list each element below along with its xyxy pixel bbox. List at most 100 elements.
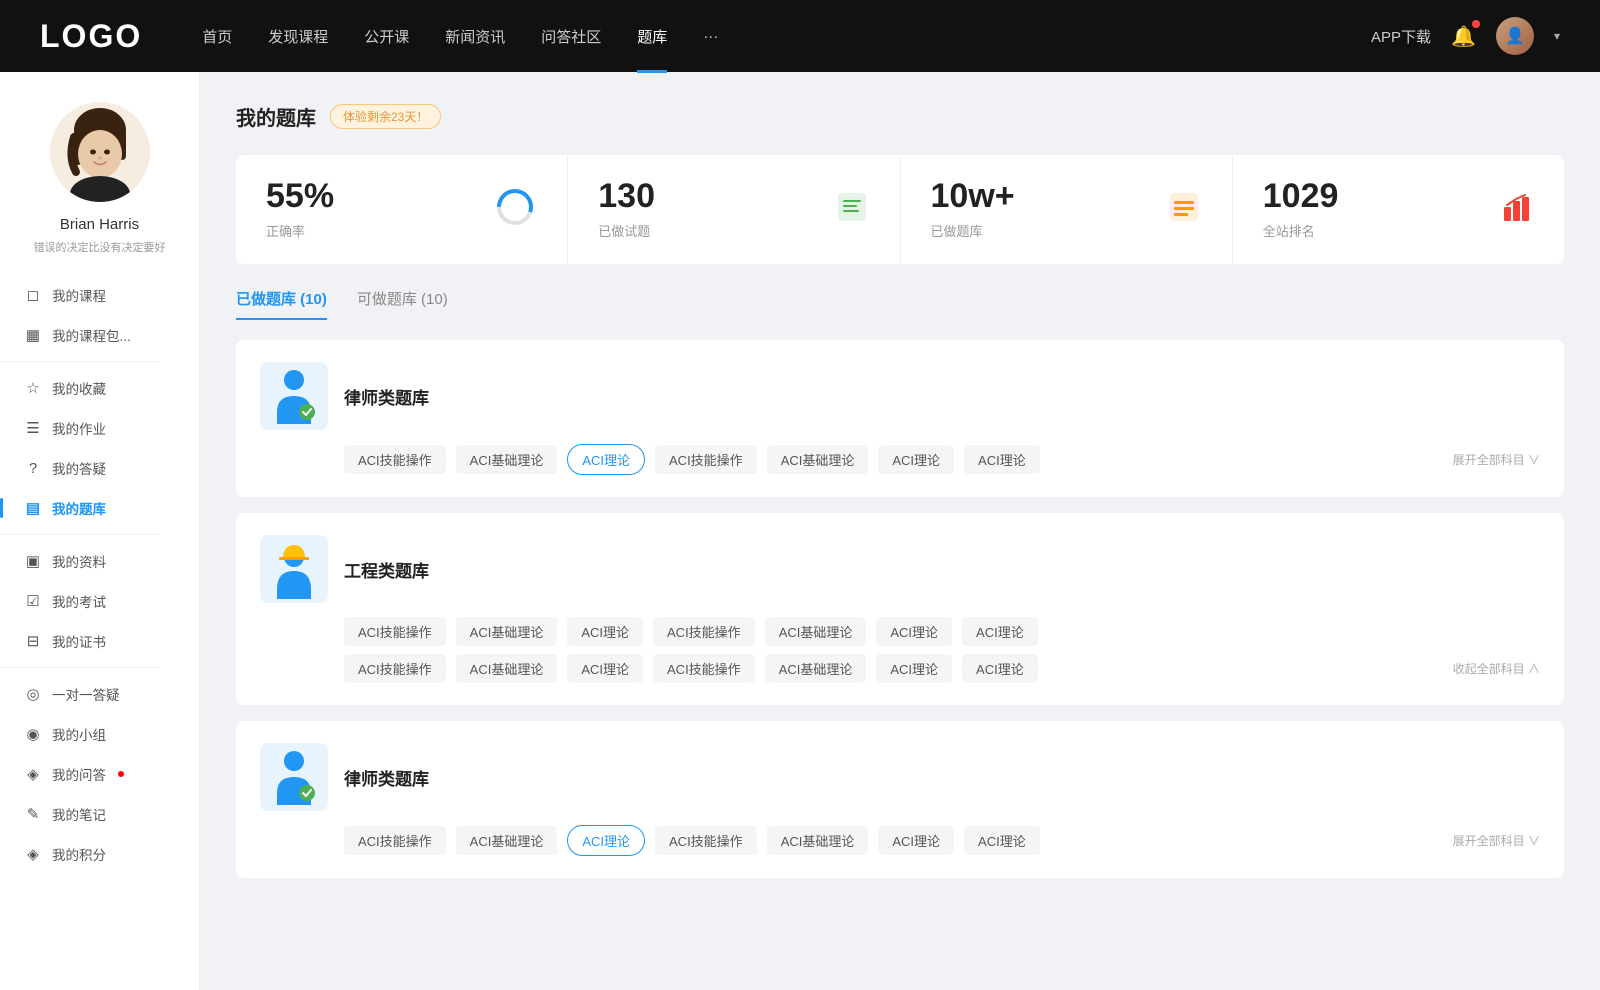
done-banks-value: 10w+ bbox=[931, 179, 1015, 213]
expand-btn-3[interactable]: 展开全部科目 ∨ bbox=[1453, 832, 1540, 849]
tag-3-6[interactable]: ACI理论 bbox=[878, 826, 954, 855]
tag-2-10[interactable]: ACI理论 bbox=[567, 654, 643, 683]
tag-2-5[interactable]: ACI基础理论 bbox=[765, 617, 867, 646]
trial-badge: 体验剩余23天！ bbox=[330, 104, 441, 129]
divider3 bbox=[0, 667, 159, 668]
user-motto: 错误的决定比没有决定要好 bbox=[34, 239, 166, 255]
sidebar-item-myqa[interactable]: ◈ 我的问答 bbox=[0, 754, 199, 794]
tag-3-4[interactable]: ACI技能操作 bbox=[655, 826, 757, 855]
sidebar-item-favorites[interactable]: ☆ 我的收藏 bbox=[0, 368, 199, 408]
nav-item-discover[interactable]: 发现课程 bbox=[268, 26, 328, 47]
tag-2-11[interactable]: ACI技能操作 bbox=[653, 654, 755, 683]
cert-icon: ⊟ bbox=[24, 632, 42, 650]
tag-1-3[interactable]: ACI理论 bbox=[567, 444, 645, 475]
tag-2-9[interactable]: ACI基础理论 bbox=[456, 654, 558, 683]
avatar-dropdown-arrow[interactable]: ▾ bbox=[1554, 29, 1560, 43]
tag-2-13[interactable]: ACI理论 bbox=[876, 654, 952, 683]
group-icon: ◉ bbox=[24, 725, 42, 743]
avatar[interactable]: 👤 bbox=[1496, 17, 1534, 55]
accuracy-chart bbox=[493, 185, 537, 234]
tag-1-4[interactable]: ACI技能操作 bbox=[655, 445, 757, 474]
sidebar-item-1on1[interactable]: ◎ 一对一答疑 bbox=[0, 674, 199, 714]
main-content: 我的题库 体验剩余23天！ 55% 正确率 bbox=[200, 72, 1600, 990]
qbank-title-2: 工程类题库 bbox=[344, 557, 429, 582]
tag-3-7[interactable]: ACI理论 bbox=[964, 826, 1040, 855]
qbank-icon: ▤ bbox=[24, 499, 42, 517]
sidebar-item-cert[interactable]: ⊟ 我的证书 bbox=[0, 621, 199, 661]
nav-item-home[interactable]: 首页 bbox=[202, 26, 232, 47]
tag-1-5[interactable]: ACI基础理论 bbox=[767, 445, 869, 474]
stat-done-banks: 10w+ 已做题库 bbox=[901, 155, 1233, 264]
qbank-tags-2-row2: ACI技能操作 ACI基础理论 ACI理论 ACI技能操作 ACI基础理论 AC… bbox=[260, 654, 1540, 683]
tag-2-3[interactable]: ACI理论 bbox=[567, 617, 643, 646]
lawyer-icon-3 bbox=[267, 747, 321, 807]
stat-accuracy: 55% 正确率 bbox=[236, 155, 568, 264]
tag-2-6[interactable]: ACI理论 bbox=[876, 617, 952, 646]
data-icon: ▣ bbox=[24, 552, 42, 570]
accuracy-label: 正确率 bbox=[266, 221, 334, 240]
expand-btn-1[interactable]: 展开全部科目 ∨ bbox=[1453, 451, 1540, 468]
sidebar-item-questions[interactable]: ? 我的答疑 bbox=[0, 448, 199, 488]
tag-2-14[interactable]: ACI理论 bbox=[962, 654, 1038, 683]
sidebar-item-data[interactable]: ▣ 我的资料 bbox=[0, 541, 199, 581]
nav-item-more[interactable]: ··· bbox=[703, 28, 718, 45]
ranking-label: 全站排名 bbox=[1263, 221, 1339, 240]
tag-1-2[interactable]: ACI基础理论 bbox=[456, 445, 558, 474]
tab-available[interactable]: 可做题库 (10) bbox=[357, 288, 448, 319]
layout: Brian Harris 错误的决定比没有决定要好 ◻ 我的课程 ▦ 我的课程包… bbox=[0, 72, 1600, 990]
tag-1-6[interactable]: ACI理论 bbox=[878, 445, 954, 474]
tag-2-2[interactable]: ACI基础理论 bbox=[456, 617, 558, 646]
engineer-avatar-2[interactable] bbox=[260, 535, 328, 603]
tag-1-1[interactable]: ACI技能操作 bbox=[344, 445, 446, 474]
tag-3-5[interactable]: ACI基础理论 bbox=[767, 826, 869, 855]
sidebar-item-qbank[interactable]: ▤ 我的题库 bbox=[0, 488, 199, 528]
avatar-image: 👤 bbox=[1496, 17, 1534, 55]
bell-icon: 🔔 bbox=[1451, 26, 1476, 48]
sidebar-item-exam[interactable]: ☑ 我的考试 bbox=[0, 581, 199, 621]
qbank-title-1: 律师类题库 bbox=[344, 384, 429, 409]
app-download-button[interactable]: APP下载 bbox=[1371, 26, 1431, 47]
divider2 bbox=[0, 534, 159, 535]
divider bbox=[0, 361, 159, 362]
ranking-value: 1029 bbox=[1263, 179, 1339, 213]
done-questions-label: 已做试题 bbox=[598, 221, 655, 240]
done-banks-label: 已做题库 bbox=[931, 221, 1015, 240]
tag-2-1[interactable]: ACI技能操作 bbox=[344, 617, 446, 646]
nav-item-openclass[interactable]: 公开课 bbox=[364, 26, 409, 47]
tag-2-4[interactable]: ACI技能操作 bbox=[653, 617, 755, 646]
sidebar-item-coursepack[interactable]: ▦ 我的课程包... bbox=[0, 315, 199, 355]
tag-3-1[interactable]: ACI技能操作 bbox=[344, 826, 446, 855]
nav-item-qa[interactable]: 问答社区 bbox=[541, 26, 601, 47]
qbank-header-2: 工程类题库 bbox=[260, 535, 1540, 603]
tag-2-7[interactable]: ACI理论 bbox=[962, 617, 1038, 646]
sidebar-item-points[interactable]: ◈ 我的积分 bbox=[0, 834, 199, 874]
avatar-illustration bbox=[50, 102, 150, 202]
sidebar-item-group[interactable]: ◉ 我的小组 bbox=[0, 714, 199, 754]
nav-menu: 首页 发现课程 公开课 新闻资讯 问答社区 题库 ··· bbox=[202, 26, 718, 47]
logo[interactable]: LOGO bbox=[40, 18, 142, 55]
tabs: 已做题库 (10) 可做题库 (10) bbox=[236, 288, 1564, 320]
tag-2-8[interactable]: ACI技能操作 bbox=[344, 654, 446, 683]
sidebar-item-notes[interactable]: ✎ 我的笔记 bbox=[0, 794, 199, 834]
qbank-title-3: 律师类题库 bbox=[344, 765, 429, 790]
lawyer-avatar-1[interactable] bbox=[260, 362, 328, 430]
exam-icon: ☑ bbox=[24, 592, 42, 610]
page-header: 我的题库 体验剩余23天！ bbox=[236, 102, 1564, 131]
sidebar-item-homework[interactable]: ☰ 我的作业 bbox=[0, 408, 199, 448]
qa-icon: ◈ bbox=[24, 765, 42, 783]
qa-notification-dot bbox=[118, 771, 124, 777]
tag-3-3[interactable]: ACI理论 bbox=[567, 825, 645, 856]
tab-done[interactable]: 已做题库 (10) bbox=[236, 288, 327, 319]
sidebar-item-mycourse[interactable]: ◻ 我的课程 bbox=[0, 275, 199, 315]
tag-3-2[interactable]: ACI基础理论 bbox=[456, 826, 558, 855]
nav-item-qbank[interactable]: 题库 bbox=[637, 26, 667, 47]
stat-ranking: 1029 全站排名 bbox=[1233, 155, 1564, 264]
notification-bell[interactable]: 🔔 bbox=[1451, 24, 1476, 49]
qbank-tags-2-row1: ACI技能操作 ACI基础理论 ACI理论 ACI技能操作 ACI基础理论 AC… bbox=[260, 617, 1540, 646]
tag-1-7[interactable]: ACI理论 bbox=[964, 445, 1040, 474]
nav-item-news[interactable]: 新闻资讯 bbox=[445, 26, 505, 47]
tag-2-12[interactable]: ACI基础理论 bbox=[765, 654, 867, 683]
lawyer-avatar-3[interactable] bbox=[260, 743, 328, 811]
collapse-btn-2[interactable]: 收起全部科目 ∧ bbox=[1453, 660, 1540, 677]
banks-icon bbox=[1166, 189, 1202, 230]
